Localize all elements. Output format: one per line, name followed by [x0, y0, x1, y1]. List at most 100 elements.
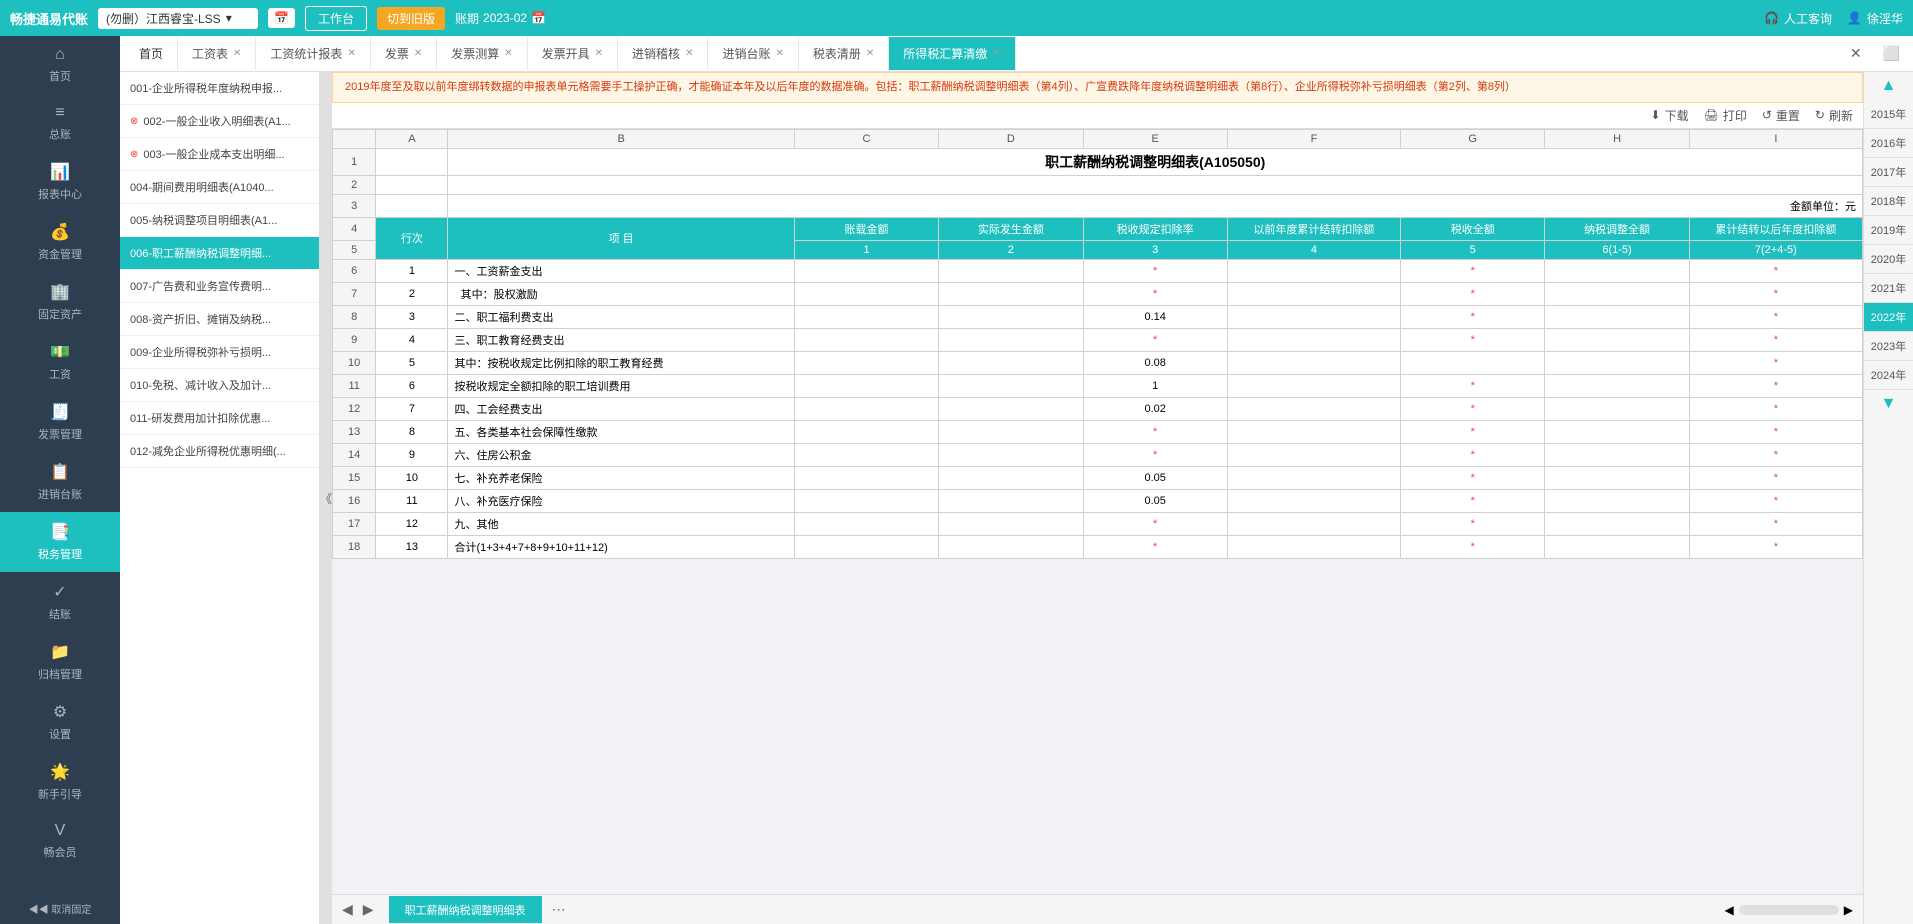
tab-home[interactable]: 首页: [125, 37, 178, 70]
cell-14c[interactable]: [794, 443, 938, 466]
file-item-001[interactable]: 001-企业所得税年度纳税申报...: [120, 72, 319, 105]
cell-12h[interactable]: [1545, 397, 1689, 420]
cell-9h[interactable]: [1545, 328, 1689, 351]
scroll-left-button[interactable]: ◀: [337, 901, 358, 918]
refresh-button[interactable]: ↻ 刷新: [1815, 107, 1853, 124]
reset-button[interactable]: ↺ 重置: [1762, 107, 1800, 124]
sidebar-item-settings[interactable]: ⚙ 设置: [0, 692, 120, 752]
tab-close-input-check[interactable]: ✕: [685, 48, 693, 59]
tab-pin-button[interactable]: ✕: [1842, 41, 1870, 66]
cell-14f[interactable]: [1227, 443, 1400, 466]
tab-invoice[interactable]: 发票 ✕: [371, 37, 437, 70]
file-item-009[interactable]: 009-企业所得税弥补亏损明...: [120, 336, 319, 369]
workbench-button[interactable]: 工作台: [305, 6, 367, 31]
calendar-button[interactable]: 📅: [268, 8, 295, 28]
panel-collapse-button[interactable]: 《: [320, 72, 332, 924]
cell-17h[interactable]: [1545, 512, 1689, 535]
cell-16c[interactable]: [794, 489, 938, 512]
file-item-002[interactable]: ⊗ 002-一般企业收入明细表(A1...: [120, 105, 319, 138]
sidebar-item-payroll[interactable]: 💵 工资: [0, 332, 120, 392]
cell-12c[interactable]: [794, 397, 938, 420]
cell-9f[interactable]: [1227, 328, 1400, 351]
tab-close-invoice-calc[interactable]: ✕: [504, 48, 512, 59]
cell-15c[interactable]: [794, 466, 938, 489]
cell-8d[interactable]: [939, 305, 1083, 328]
cell-18c[interactable]: [794, 535, 938, 558]
sidebar-item-newbie[interactable]: 🌟 新手引导: [0, 752, 120, 812]
cell-11c[interactable]: [794, 374, 938, 397]
sidebar-item-asset[interactable]: 💰 资金管理: [0, 212, 120, 272]
cell-15f[interactable]: [1227, 466, 1400, 489]
tab-input-check[interactable]: 进销稽核 ✕: [618, 37, 708, 70]
cell-10f[interactable]: [1227, 351, 1400, 374]
cell-7f[interactable]: [1227, 282, 1400, 305]
cell-18d[interactable]: [939, 535, 1083, 558]
cell-16h[interactable]: [1545, 489, 1689, 512]
tab-invoice-calc[interactable]: 发票测算 ✕: [437, 37, 527, 70]
print-button[interactable]: 🖨 打印: [1704, 107, 1747, 124]
tab-payroll[interactable]: 工资表 ✕: [178, 37, 256, 70]
download-button[interactable]: ⬇ 下载: [1651, 107, 1689, 124]
tab-close-invoice-open[interactable]: ✕: [595, 48, 603, 59]
cell-15d[interactable]: [939, 466, 1083, 489]
file-item-012[interactable]: 012-减免企业所得税优惠明细(...: [120, 435, 319, 468]
cell-6d[interactable]: [939, 259, 1083, 282]
company-selector[interactable]: (勿删）江西睿宝-LSS ▾: [98, 8, 258, 29]
year-item-2017[interactable]: 2017年: [1864, 158, 1913, 187]
tab-invoice-open[interactable]: 发票开具 ✕: [528, 37, 618, 70]
tab-close-payroll[interactable]: ✕: [233, 48, 241, 59]
file-item-005[interactable]: 005-纳税调整项目明细表(A1...: [120, 204, 319, 237]
cell-8f[interactable]: [1227, 305, 1400, 328]
year-item-2018[interactable]: 2018年: [1864, 187, 1913, 216]
cell-14h[interactable]: [1545, 443, 1689, 466]
cell-10d[interactable]: [939, 351, 1083, 374]
sidebar-item-close[interactable]: ✓ 结账: [0, 572, 120, 632]
scroll-bar-right-icon[interactable]: ▶: [1844, 903, 1853, 917]
cell-6h[interactable]: [1545, 259, 1689, 282]
cancel-fixed-btn[interactable]: ◀◀ 取消固定: [0, 893, 120, 924]
cell-17f[interactable]: [1227, 512, 1400, 535]
cell-10c[interactable]: [794, 351, 938, 374]
tab-income-tax[interactable]: 所得税汇算清缴 ✕: [889, 37, 1015, 70]
spreadsheet-wrapper[interactable]: A B C D E F G H I: [332, 129, 1863, 895]
tab-close-input-ledger[interactable]: ✕: [775, 48, 783, 59]
sheet-tab-payroll-adj[interactable]: 职工薪酬纳税调整明细表: [389, 896, 542, 923]
cell-18h[interactable]: [1545, 535, 1689, 558]
tab-input-ledger[interactable]: 进销台账 ✕: [708, 37, 798, 70]
file-item-008[interactable]: 008-资产折旧、摊销及纳税...: [120, 303, 319, 336]
cell-9c[interactable]: [794, 328, 938, 351]
cell-7d[interactable]: [939, 282, 1083, 305]
year-item-2020[interactable]: 2020年: [1864, 245, 1913, 274]
cell-16d[interactable]: [939, 489, 1083, 512]
cell-12f[interactable]: [1227, 397, 1400, 420]
cell-6f[interactable]: [1227, 259, 1400, 282]
file-item-011[interactable]: 011-研发费用加计扣除优惠...: [120, 402, 319, 435]
cell-6c[interactable]: [794, 259, 938, 282]
cell-13d[interactable]: [939, 420, 1083, 443]
sheet-more-button[interactable]: ⋯: [547, 901, 571, 918]
file-item-007[interactable]: 007-广告费和业务宣传费明...: [120, 270, 319, 303]
cell-7h[interactable]: [1545, 282, 1689, 305]
cell-11h[interactable]: [1545, 374, 1689, 397]
cell-15h[interactable]: [1545, 466, 1689, 489]
cell-11d[interactable]: [939, 374, 1083, 397]
tab-close-tax-clearance[interactable]: ✕: [866, 48, 874, 59]
year-item-2019[interactable]: 2019年: [1864, 216, 1913, 245]
cell-9d[interactable]: [939, 328, 1083, 351]
scroll-bar-left-icon[interactable]: ◀: [1725, 903, 1734, 917]
cell-16f[interactable]: [1227, 489, 1400, 512]
file-item-004[interactable]: 004-期间费用明细表(A1040...: [120, 171, 319, 204]
cell-18f[interactable]: [1227, 535, 1400, 558]
tab-expand-button[interactable]: ⬜: [1875, 41, 1908, 66]
tab-close-income-tax[interactable]: ✕: [992, 48, 1000, 59]
cell-11f[interactable]: [1227, 374, 1400, 397]
year-item-2022[interactable]: 2022年: [1864, 303, 1913, 332]
scroll-right-button[interactable]: ▶: [358, 901, 379, 918]
tab-tax-clearance[interactable]: 税表清册 ✕: [799, 37, 889, 70]
cell-12d[interactable]: [939, 397, 1083, 420]
sidebar-item-report[interactable]: 📊 报表中心: [0, 152, 120, 212]
cell-7c[interactable]: [794, 282, 938, 305]
year-up-button[interactable]: ▲: [1864, 72, 1913, 100]
tab-close-payroll-stat[interactable]: ✕: [347, 48, 355, 59]
sidebar-item-archive[interactable]: 📁 归档管理: [0, 632, 120, 692]
